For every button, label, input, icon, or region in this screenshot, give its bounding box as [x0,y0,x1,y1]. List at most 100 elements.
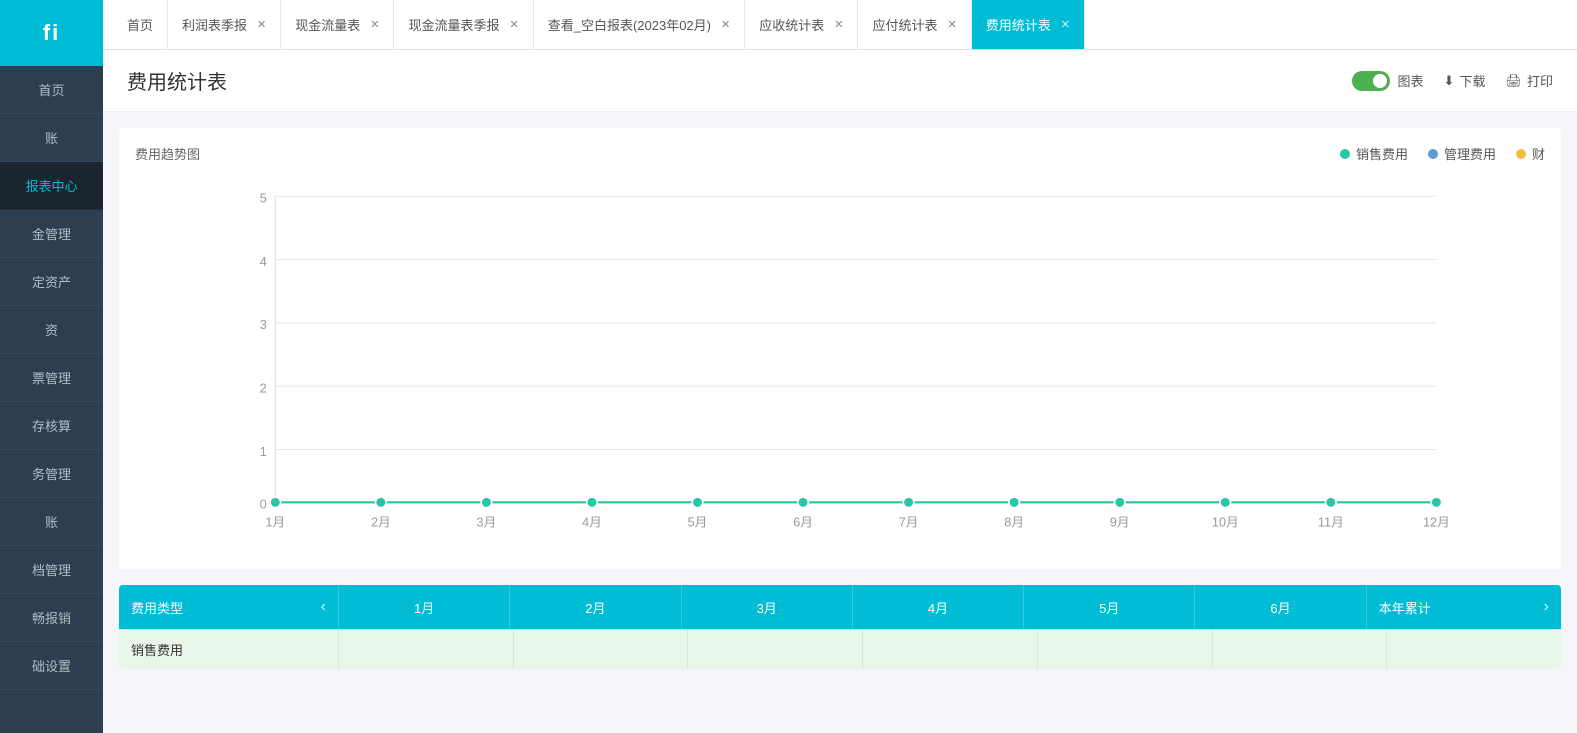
svg-text:11月: 11月 [1318,516,1344,530]
th-m2: 2月 [510,585,681,629]
sidebar-item-fund-mgmt[interactable]: 金管理 [0,210,103,258]
th-m6-label: 6月 [1270,598,1290,617]
legend-sales-expense-label: 销售费用 [1356,144,1408,163]
td-m6 [1213,630,1388,669]
svg-text:9月: 9月 [1110,516,1130,530]
tab-profit-quarterly[interactable]: 利润表季报 ✕ [168,0,281,50]
th-m4-label: 4月 [928,598,948,617]
page-title: 费用统计表 [127,66,227,95]
svg-text:3月: 3月 [477,516,497,530]
print-icon: 🖨 [1505,73,1522,89]
chart-toggle-switch[interactable]: 图表 [1352,71,1424,91]
tab-profit-quarterly-close[interactable]: ✕ [257,18,266,31]
svg-text:5月: 5月 [688,516,708,530]
tab-cashflow-quarterly[interactable]: 现金流量表季报 ✕ [394,0,533,50]
data-table-section: 费用类型 ‹ 1月 2月 3月 4月 5月 [119,585,1561,669]
sidebar-item-home[interactable]: 首页 [0,66,103,114]
tab-view-blank-close[interactable]: ✕ [721,18,730,31]
th-m1-label: 1月 [414,598,434,617]
sidebar-item-archive-mgmt[interactable]: 档管理 [0,546,103,594]
tab-payable-stats[interactable]: 应付统计表 ✕ [858,0,971,50]
chart-section: 费用趋势图 销售费用 管理费用 财 [119,128,1561,569]
tab-expense-stats[interactable]: 费用统计表 ✕ [972,0,1085,50]
svg-text:0: 0 [260,498,267,512]
download-button[interactable]: ⬇ 下载 [1444,71,1486,90]
chart-toggle[interactable] [1352,71,1390,91]
th-m3: 3月 [682,585,853,629]
tab-cashflow-quarterly-label: 现金流量表季报 [408,15,499,34]
legend-sales-expense: 销售费用 [1340,144,1408,163]
th-m5: 5月 [1024,585,1195,629]
chart-container: 5 4 3 2 1 0 [135,173,1545,553]
tab-home-label: 首页 [127,15,153,34]
td-m2 [514,630,689,669]
chart-header: 费用趋势图 销售费用 管理费用 财 [135,144,1545,163]
tab-view-blank[interactable]: 查看_空白报表(2023年02月) ✕ [534,0,746,50]
sidebar-item-basic-settings[interactable]: 础设置 [0,642,103,690]
sidebar-item-fixed-assets[interactable]: 定资产 [0,258,103,306]
th-m1: 1月 [339,585,510,629]
tab-expense-stats-close[interactable]: ✕ [1061,18,1070,31]
svg-text:4月: 4月 [582,516,602,530]
legend-finance-expense-label: 财 [1532,144,1545,163]
th-ytd-label: 本年累计 [1379,598,1431,617]
sidebar-item-ticket-mgmt[interactable]: 票管理 [0,354,103,402]
sidebar: fi 首页 账 报表中心 金管理 定资产 资 票管理 存核算 务管理 账 档管理… [0,0,103,733]
tab-cashflow[interactable]: 现金流量表 ✕ [281,0,394,50]
sidebar-item-receivable[interactable]: 账 [0,498,103,546]
tab-receivable-stats-close[interactable]: ✕ [834,18,843,31]
th-type: 费用类型 ‹ [119,585,339,629]
svg-text:4: 4 [260,255,267,269]
download-label: 下载 [1459,71,1485,90]
td-m4 [863,630,1038,669]
legend-sales-expense-dot [1340,149,1350,159]
th-m5-label: 5月 [1099,598,1119,617]
svg-text:2月: 2月 [371,516,391,530]
svg-text:1月: 1月 [265,516,285,530]
tab-expense-stats-label: 费用统计表 [986,15,1051,34]
next-arrow[interactable]: › [1544,598,1549,616]
td-m1 [339,630,514,669]
svg-text:1: 1 [260,445,267,459]
legend-mgmt-expense-label: 管理费用 [1444,144,1496,163]
td-type: 销售费用 [119,630,339,669]
tab-cashflow-close[interactable]: ✕ [370,18,379,31]
tab-receivable-stats-label: 应收统计表 [759,15,824,34]
main-content: 首页 利润表季报 ✕ 现金流量表 ✕ 现金流量表季报 ✕ 查看_空白报表(202… [103,0,1577,733]
sidebar-item-capital[interactable]: 资 [0,306,103,354]
tab-payable-stats-label: 应付统计表 [872,15,937,34]
print-button[interactable]: 🖨 打印 [1505,71,1553,90]
chart-legend: 销售费用 管理费用 财 [1340,144,1545,163]
sidebar-item-sales-return[interactable]: 畅报销 [0,594,103,642]
th-ytd: 本年累计 › [1367,585,1561,629]
sidebar-item-inventory[interactable]: 存核算 [0,402,103,450]
tab-view-blank-label: 查看_空白报表(2023年02月) [548,15,711,34]
legend-finance-expense: 财 [1516,144,1545,163]
page-content: 费用统计表 图表 ⬇ 下载 🖨 打印 费用趋势图 [103,50,1577,733]
svg-text:6月: 6月 [793,516,813,530]
td-m3 [688,630,863,669]
legend-mgmt-expense: 管理费用 [1428,144,1496,163]
legend-finance-expense-dot [1516,149,1526,159]
tab-home[interactable]: 首页 [113,0,168,50]
sidebar-item-report-center[interactable]: 报表中心 [0,162,103,210]
sidebar-item-service-mgmt[interactable]: 务管理 [0,450,103,498]
tab-cashflow-quarterly-close[interactable]: ✕ [510,18,519,31]
table-header: 费用类型 ‹ 1月 2月 3月 4月 5月 [119,585,1561,629]
svg-text:2: 2 [260,382,267,396]
sidebar-item-account[interactable]: 账 [0,114,103,162]
line-chart-svg: 5 4 3 2 1 0 [135,173,1545,553]
tab-profit-quarterly-label: 利润表季报 [182,15,247,34]
tab-payable-stats-close[interactable]: ✕ [947,18,956,31]
page-header: 费用统计表 图表 ⬇ 下载 🖨 打印 [103,50,1577,112]
th-m4: 4月 [853,585,1024,629]
tab-receivable-stats[interactable]: 应收统计表 ✕ [745,0,858,50]
sidebar-logo: fi [0,0,103,66]
prev-arrow[interactable]: ‹ [321,598,326,616]
th-m3-label: 3月 [757,598,777,617]
svg-text:12月: 12月 [1423,516,1450,530]
print-label: 打印 [1527,71,1553,90]
svg-text:8月: 8月 [1004,516,1024,530]
table-row: 销售费用 [119,629,1561,669]
svg-text:3: 3 [260,318,267,332]
